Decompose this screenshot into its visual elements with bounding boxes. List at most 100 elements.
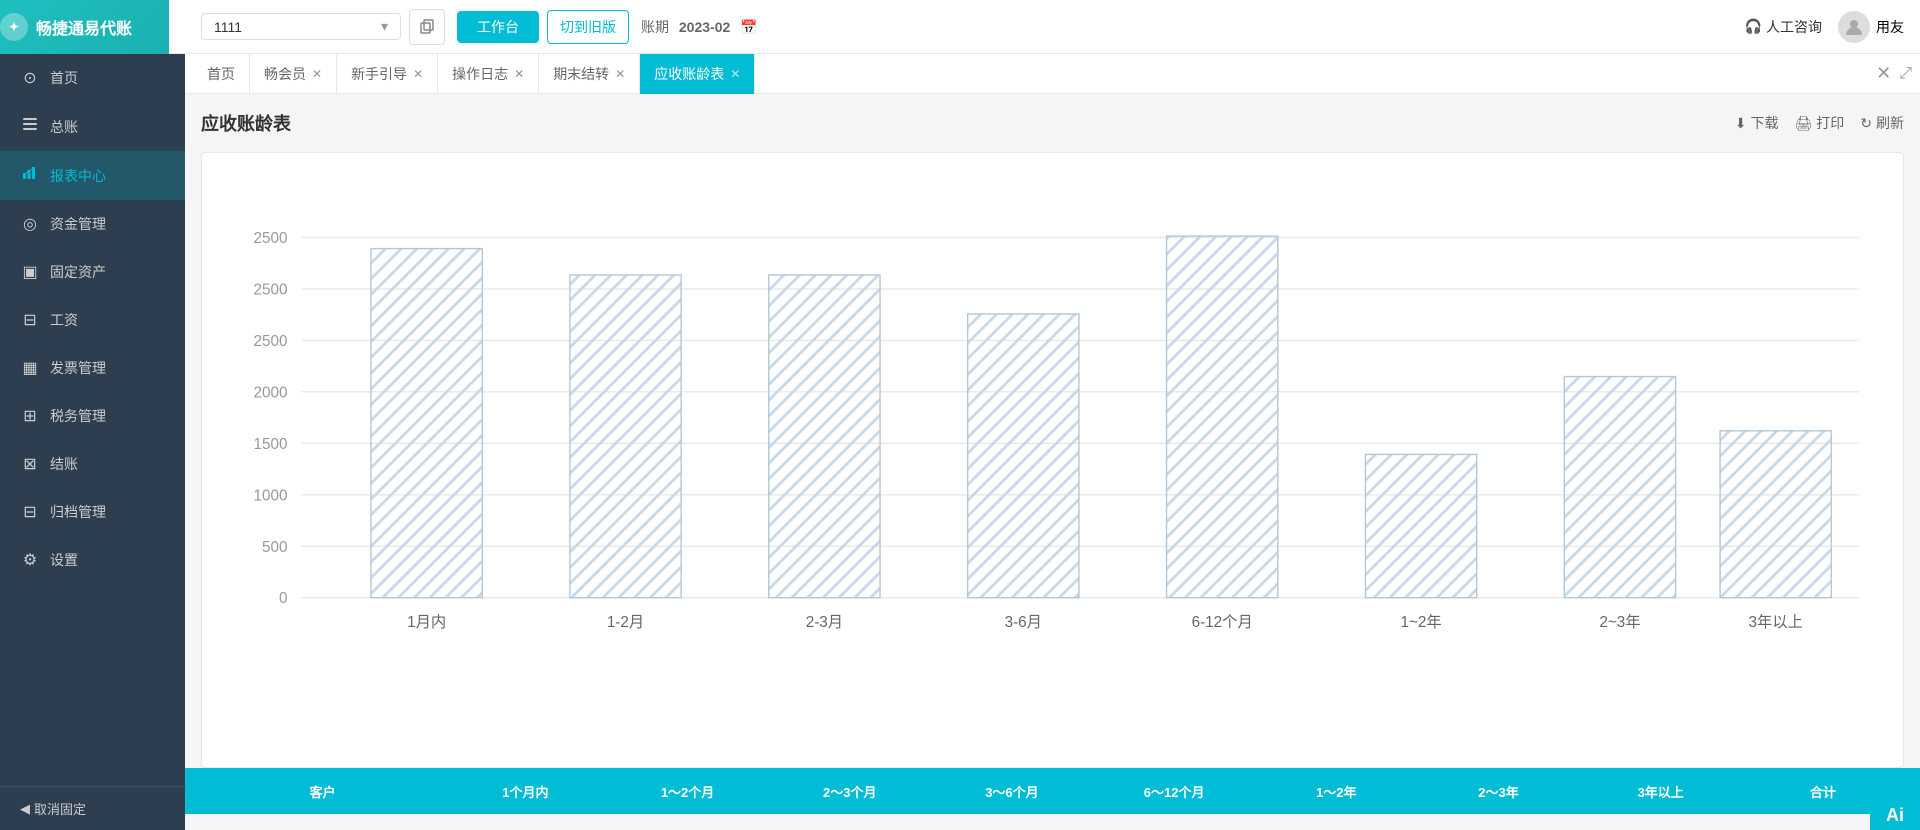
funds-icon: ◎ <box>20 214 40 234</box>
sidebar-nav: ⊙ 首页 总账 <box>0 54 185 786</box>
col-3-6month: 3～6个月 <box>931 782 1093 801</box>
sidebar: ⊙ 首页 总账 <box>0 54 185 830</box>
tab-close-aging[interactable]: ✕ <box>730 67 740 81</box>
bar-2-3年 <box>1564 377 1675 598</box>
expand-tabs-button[interactable]: ⤢ <box>1899 65 1912 83</box>
col-total: 合计 <box>1742 782 1904 801</box>
sidebar-item-checkout[interactable]: ⊠ 结账 <box>0 440 185 488</box>
logo-text: 畅捷通易代账 <box>36 15 132 39</box>
workbench-button[interactable]: 工作台 <box>457 11 539 43</box>
svg-text:500: 500 <box>262 539 287 556</box>
content-area: 首页 畅会员 ✕ 新手引导 ✕ 操作日志 ✕ 期末结转 ✕ 应收账龄表 ✕ <box>185 54 1920 830</box>
sidebar-item-home[interactable]: ⊙ 首页 <box>0 54 185 102</box>
tab-close-oplog[interactable]: ✕ <box>514 67 524 81</box>
sidebar-item-label: 报表中心 <box>50 166 106 186</box>
tab-member[interactable]: 畅会员 ✕ <box>250 54 337 94</box>
sidebar-item-funds[interactable]: ◎ 资金管理 <box>0 200 185 248</box>
tabs-bar: 首页 畅会员 ✕ 新手引导 ✕ 操作日志 ✕ 期末结转 ✕ 应收账龄表 ✕ <box>185 54 1920 94</box>
sidebar-item-label: 工资 <box>50 310 78 330</box>
period-label: 账期 2023-02 📅 <box>641 17 758 37</box>
switch-old-button[interactable]: 切到旧版 <box>547 10 629 44</box>
bar-2-3月 <box>769 275 880 598</box>
page-content: 应收账龄表 ⬇ 下载 🖨 打印 ↻ 刷新 <box>185 94 1920 830</box>
archive-icon: ⊟ <box>20 502 40 522</box>
settings-icon: ⚙ <box>20 550 40 570</box>
sidebar-item-label: 首页 <box>50 68 78 88</box>
bar-1月内 <box>371 249 482 598</box>
sidebar-item-label: 结账 <box>50 454 78 474</box>
table-header: 客户 1个月内 1～2个月 2～3个月 3～6个月 6～12个月 1～2年 2～… <box>185 768 1920 814</box>
sidebar-item-assets[interactable]: ▣ 固定资产 <box>0 248 185 296</box>
home-icon: ⊙ <box>20 68 40 88</box>
ledger-icon <box>20 116 40 137</box>
chart-container: 2500 2500 2500 2000 1500 <box>201 152 1904 768</box>
sidebar-item-label: 设置 <box>50 550 78 570</box>
tab-close-guide[interactable]: ✕ <box>413 67 423 81</box>
download-icon: ⬇ <box>1735 115 1747 132</box>
svg-text:1~2年: 1~2年 <box>1400 614 1441 631</box>
sidebar-item-archive[interactable]: ⊟ 归档管理 <box>0 488 185 536</box>
svg-text:0: 0 <box>279 590 288 607</box>
svg-text:1月内: 1月内 <box>407 614 446 631</box>
close-all-tabs-button[interactable]: ✕ <box>1876 63 1891 84</box>
collapse-button[interactable]: ◀ 取消固定 <box>0 786 185 830</box>
svg-text:2500: 2500 <box>254 230 288 247</box>
company-selector[interactable]: 1111 ▾ <box>201 13 401 40</box>
tabs-actions: ✕ ⤢ <box>1876 63 1912 84</box>
user-area[interactable]: 用友 <box>1838 11 1904 43</box>
tab-close-member[interactable]: ✕ <box>312 67 322 81</box>
sidebar-item-label: 总账 <box>50 117 78 137</box>
download-button[interactable]: ⬇ 下载 <box>1735 113 1779 133</box>
svg-text:2000: 2000 <box>254 384 288 401</box>
sidebar-item-label: 税务管理 <box>50 406 106 426</box>
col-6-12month: 6～12个月 <box>1093 782 1255 801</box>
tab-guide[interactable]: 新手引导 ✕ <box>337 54 438 94</box>
tab-period-end[interactable]: 期末结转 ✕ <box>539 54 640 94</box>
user-name: 用友 <box>1876 17 1904 37</box>
refresh-button[interactable]: ↻ 刷新 <box>1860 113 1904 133</box>
tab-aging[interactable]: 应收账龄表 ✕ <box>640 54 755 94</box>
reports-icon <box>20 165 40 186</box>
consulting-button[interactable]: 🎧 人工咨询 <box>1745 17 1822 37</box>
tab-home[interactable]: 首页 <box>193 54 250 94</box>
bar-3-6月 <box>968 314 1079 598</box>
svg-text:3年以上: 3年以上 <box>1749 614 1803 631</box>
page-title: 应收账龄表 <box>201 110 291 136</box>
dropdown-arrow-icon: ▾ <box>381 18 388 35</box>
svg-text:6-12个月: 6-12个月 <box>1192 614 1253 631</box>
col-1month: 1个月内 <box>444 782 606 801</box>
sidebar-item-reports[interactable]: 报表中心 <box>0 151 185 200</box>
assets-icon: ▣ <box>20 262 40 282</box>
bar-1-2月 <box>570 275 681 598</box>
print-button[interactable]: 🖨 打印 <box>1794 113 1844 133</box>
sidebar-item-invoice[interactable]: ▦ 发票管理 <box>0 344 185 392</box>
salary-icon: ⊟ <box>20 310 40 330</box>
logo-icon: ✦ <box>0 13 28 41</box>
tab-oplog[interactable]: 操作日志 ✕ <box>438 54 539 94</box>
col-1-2year: 1～2年 <box>1255 782 1417 801</box>
bar-6-12个月 <box>1167 236 1278 598</box>
sidebar-item-settings[interactable]: ⚙ 设置 <box>0 536 185 584</box>
sidebar-item-ledger[interactable]: 总账 <box>0 102 185 151</box>
avatar <box>1838 11 1870 43</box>
sidebar-item-salary[interactable]: ⊟ 工资 <box>0 296 185 344</box>
refresh-icon: ↻ <box>1860 115 1872 132</box>
svg-text:2500: 2500 <box>254 281 288 298</box>
sidebar-item-label: 发票管理 <box>50 358 106 378</box>
sidebar-item-tax[interactable]: ⊞ 税务管理 <box>0 392 185 440</box>
bar-1-2年 <box>1365 454 1476 597</box>
copy-button[interactable] <box>409 9 445 45</box>
calendar-icon[interactable]: 📅 <box>740 19 757 35</box>
collapse-label: 取消固定 <box>34 799 86 818</box>
col-2-3month: 2～3个月 <box>769 782 931 801</box>
ai-badge[interactable]: Ai <box>1870 801 1920 830</box>
logo: ✦ 畅捷通易代账 <box>0 0 169 54</box>
tax-icon: ⊞ <box>20 406 40 426</box>
svg-text:3-6月: 3-6月 <box>1005 614 1042 631</box>
tab-close-period-end[interactable]: ✕ <box>615 67 625 81</box>
col-2-3year: 2～3年 <box>1417 782 1579 801</box>
col-3plus: 3年以上 <box>1580 782 1742 801</box>
bar-chart-svg: 2500 2500 2500 2000 1500 <box>218 169 1887 751</box>
svg-text:2-3月: 2-3月 <box>806 614 843 631</box>
svg-text:1-2月: 1-2月 <box>607 614 644 631</box>
